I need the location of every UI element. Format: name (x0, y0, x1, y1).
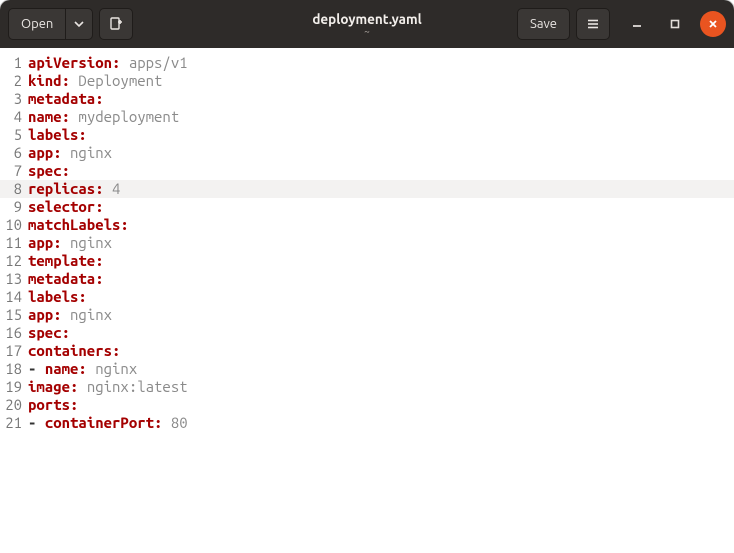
line-content: image: nginx:latest (28, 378, 734, 396)
line-number: 16 (0, 324, 28, 342)
titlebar: Open deployment.yaml (0, 0, 734, 48)
maximize-icon (669, 18, 681, 30)
code-line[interactable]: 7spec: (0, 162, 734, 180)
code-line[interactable]: 11 app: nginx (0, 234, 734, 252)
line-content: app: nginx (28, 306, 734, 324)
close-button[interactable] (700, 11, 726, 37)
line-content: containers: (28, 342, 734, 360)
line-content: app: nginx (28, 144, 734, 162)
editor-window: Open deployment.yaml (0, 0, 734, 553)
code-line[interactable]: 5 labels: (0, 126, 734, 144)
menu-button[interactable] (576, 8, 610, 40)
line-number: 2 (0, 72, 28, 90)
line-number: 12 (0, 252, 28, 270)
line-number: 9 (0, 198, 28, 216)
line-content: labels: (28, 288, 734, 306)
line-number: 18 (0, 360, 28, 378)
line-number: 21 (0, 414, 28, 432)
line-content: replicas: 4 (28, 180, 734, 198)
line-number: 1 (0, 54, 28, 72)
line-content: matchLabels: (28, 216, 734, 234)
minimize-icon (631, 18, 643, 30)
code-line[interactable]: 6 app: nginx (0, 144, 734, 162)
line-number: 19 (0, 378, 28, 396)
code-line[interactable]: 14 labels: (0, 288, 734, 306)
code-line[interactable]: 4 name: mydeployment (0, 108, 734, 126)
code-line[interactable]: 2kind: Deployment (0, 72, 734, 90)
line-number: 17 (0, 342, 28, 360)
text-editor[interactable]: 1apiVersion: apps/v12kind: Deployment3me… (0, 48, 734, 553)
maximize-button[interactable] (662, 11, 688, 37)
open-button[interactable]: Open (8, 8, 65, 40)
line-number: 11 (0, 234, 28, 252)
line-content: spec: (28, 162, 734, 180)
line-number: 6 (0, 144, 28, 162)
hamburger-icon (586, 17, 600, 31)
code-line[interactable]: 9 selector: (0, 198, 734, 216)
line-number: 7 (0, 162, 28, 180)
code-line[interactable]: 10 matchLabels: (0, 216, 734, 234)
line-content: name: mydeployment (28, 108, 734, 126)
document-title: deployment.yaml (312, 11, 421, 27)
line-number: 3 (0, 90, 28, 108)
line-number: 13 (0, 270, 28, 288)
line-content: - name: nginx (28, 360, 734, 378)
line-number: 8 (0, 180, 28, 198)
line-content: ports: (28, 396, 734, 414)
open-button-group: Open (8, 8, 93, 40)
line-number: 10 (0, 216, 28, 234)
new-document-icon (108, 16, 124, 32)
line-number: 4 (0, 108, 28, 126)
code-line[interactable]: 18 - name: nginx (0, 360, 734, 378)
document-subtitle: ~ (364, 26, 370, 37)
close-icon (707, 18, 719, 30)
line-content: apiVersion: apps/v1 (28, 54, 734, 72)
code-line[interactable]: 8 replicas: 4 (0, 180, 734, 198)
minimize-button[interactable] (624, 11, 650, 37)
code-line[interactable]: 3metadata: (0, 90, 734, 108)
line-content: metadata: (28, 90, 734, 108)
line-content: metadata: (28, 270, 734, 288)
code-line[interactable]: 20 ports: (0, 396, 734, 414)
code-line[interactable]: 15 app: nginx (0, 306, 734, 324)
line-content: spec: (28, 324, 734, 342)
code-line[interactable]: 1apiVersion: apps/v1 (0, 54, 734, 72)
new-tab-button[interactable] (99, 8, 133, 40)
save-button[interactable]: Save (517, 8, 570, 40)
code-line[interactable]: 19 image: nginx:latest (0, 378, 734, 396)
line-number: 14 (0, 288, 28, 306)
line-content: labels: (28, 126, 734, 144)
code-line[interactable]: 13 metadata: (0, 270, 734, 288)
line-content: selector: (28, 198, 734, 216)
line-content: template: (28, 252, 734, 270)
line-number: 20 (0, 396, 28, 414)
line-number: 5 (0, 126, 28, 144)
line-number: 15 (0, 306, 28, 324)
code-line[interactable]: 21 - containerPort: 80 (0, 414, 734, 432)
open-button-label: Open (21, 17, 53, 31)
save-button-label: Save (530, 17, 557, 31)
line-content: app: nginx (28, 234, 734, 252)
chevron-down-icon (74, 19, 84, 29)
code-line[interactable]: 17 containers: (0, 342, 734, 360)
line-content: kind: Deployment (28, 72, 734, 90)
open-recent-button[interactable] (65, 8, 93, 40)
line-content: - containerPort: 80 (28, 414, 734, 432)
code-line[interactable]: 12 template: (0, 252, 734, 270)
code-line[interactable]: 16 spec: (0, 324, 734, 342)
